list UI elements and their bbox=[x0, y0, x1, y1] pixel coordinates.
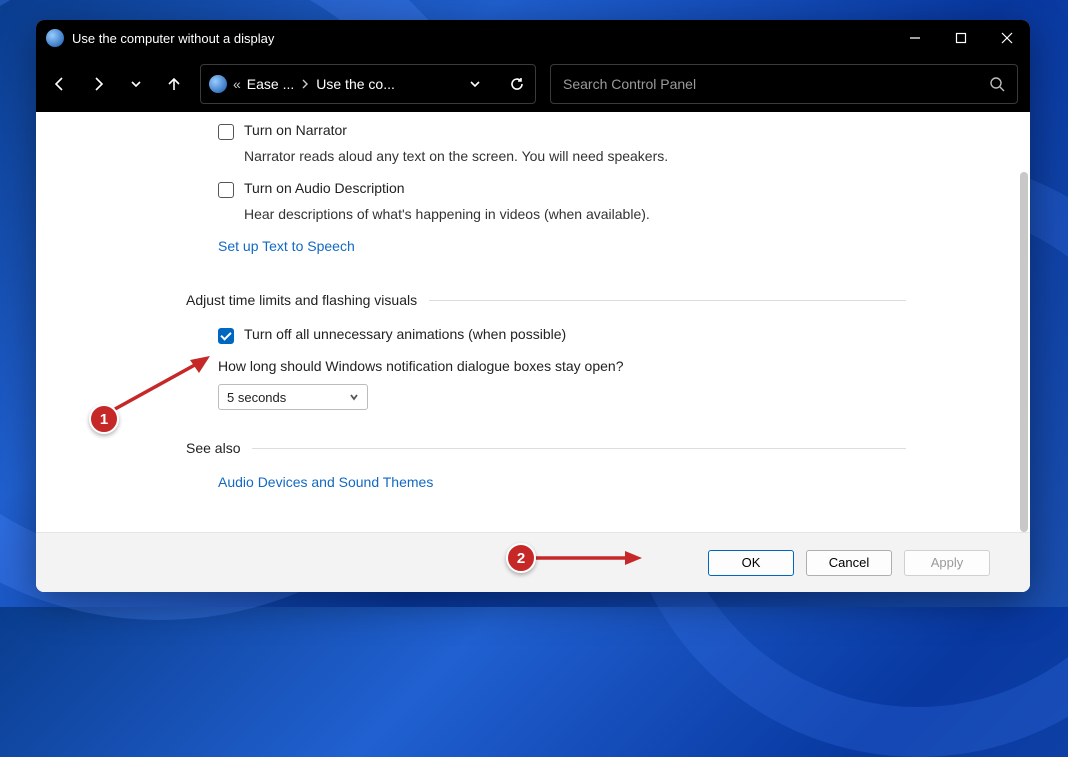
tts-link[interactable]: Set up Text to Speech bbox=[218, 238, 355, 254]
scroll-area: Turn on Narrator Narrator reads aloud an… bbox=[36, 112, 1030, 532]
recent-dropdown[interactable] bbox=[118, 66, 154, 102]
group-time-limits: Adjust time limits and flashing visuals bbox=[186, 292, 906, 308]
option-turn-off-animations: Turn off all unnecessary animations (whe… bbox=[218, 326, 906, 344]
content-area: Turn on Narrator Narrator reads aloud an… bbox=[36, 112, 1030, 592]
option-narrator: Turn on Narrator bbox=[218, 122, 906, 140]
address-dropdown[interactable] bbox=[457, 66, 493, 102]
scrollbar[interactable] bbox=[1020, 172, 1028, 532]
window-title: Use the computer without a display bbox=[72, 31, 892, 46]
breadcrumb-item[interactable]: Ease ... bbox=[247, 76, 294, 92]
chevron-down-icon bbox=[349, 392, 359, 402]
checkbox-label: Turn off all unnecessary animations (whe… bbox=[244, 326, 566, 342]
notification-duration-select[interactable]: 5 seconds bbox=[218, 384, 368, 410]
option-audio-description: Turn on Audio Description bbox=[218, 180, 906, 198]
ok-button[interactable]: OK bbox=[708, 550, 794, 576]
search-input[interactable] bbox=[563, 76, 989, 92]
button-row: OK Cancel Apply bbox=[36, 532, 1030, 592]
group-title: See also bbox=[186, 440, 240, 456]
search-bar[interactable] bbox=[550, 64, 1018, 104]
back-button[interactable] bbox=[42, 66, 78, 102]
group-divider bbox=[429, 300, 906, 301]
chevron-right-icon bbox=[300, 79, 310, 89]
notification-duration-label: How long should Windows notification dia… bbox=[218, 358, 906, 374]
apply-button: Apply bbox=[904, 550, 990, 576]
maximize-button[interactable] bbox=[938, 20, 984, 56]
refresh-button[interactable] bbox=[499, 66, 535, 102]
close-button[interactable] bbox=[984, 20, 1030, 56]
checkbox-label: Turn on Audio Description bbox=[244, 180, 405, 196]
audio-devices-link[interactable]: Audio Devices and Sound Themes bbox=[218, 474, 433, 490]
forward-button[interactable] bbox=[80, 66, 116, 102]
titlebar: Use the computer without a display bbox=[36, 20, 1030, 56]
up-button[interactable] bbox=[156, 66, 192, 102]
checkbox-turn-off-animations[interactable] bbox=[218, 328, 234, 344]
minimize-button[interactable] bbox=[892, 20, 938, 56]
search-icon bbox=[989, 76, 1005, 92]
control-panel-window: Use the computer without a display « Eas… bbox=[36, 20, 1030, 592]
cancel-button[interactable]: Cancel bbox=[806, 550, 892, 576]
checkbox-audio-description[interactable] bbox=[218, 182, 234, 198]
select-value: 5 seconds bbox=[227, 390, 286, 405]
checkbox-label: Turn on Narrator bbox=[244, 122, 347, 138]
address-bar[interactable]: « Ease ... Use the co... bbox=[200, 64, 536, 104]
breadcrumb-item[interactable]: Use the co... bbox=[316, 76, 395, 92]
group-title: Adjust time limits and flashing visuals bbox=[186, 292, 417, 308]
navbar: « Ease ... Use the co... bbox=[36, 56, 1030, 112]
group-divider bbox=[252, 448, 906, 449]
group-see-also: See also bbox=[186, 440, 906, 456]
ease-of-access-icon bbox=[209, 75, 227, 93]
checkbox-narrator[interactable] bbox=[218, 124, 234, 140]
narrator-description: Narrator reads aloud any text on the scr… bbox=[244, 148, 906, 164]
breadcrumb-prefix: « bbox=[233, 76, 241, 92]
ease-of-access-icon bbox=[46, 29, 64, 47]
audio-description-desc: Hear descriptions of what's happening in… bbox=[244, 206, 906, 222]
